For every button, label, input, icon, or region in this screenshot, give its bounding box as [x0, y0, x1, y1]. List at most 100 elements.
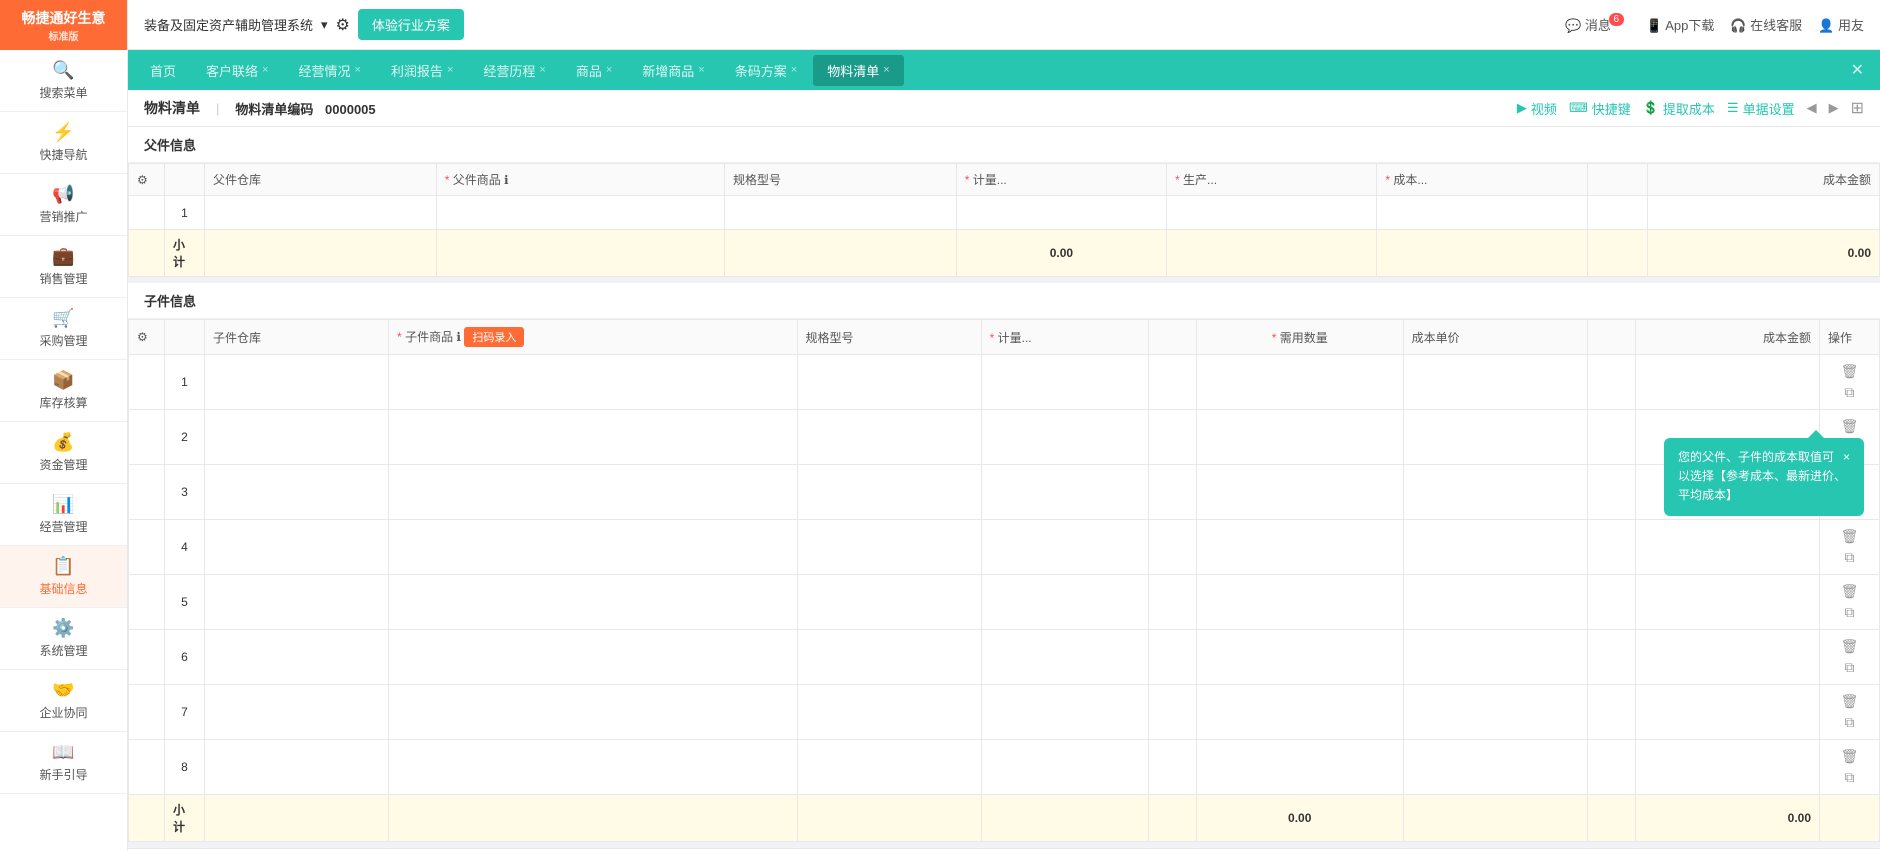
trial-button[interactable]: 体验行业方案 — [358, 9, 464, 40]
copy-button[interactable]: ⧉ — [1841, 767, 1859, 788]
scan-button[interactable]: 扫码录入 — [464, 327, 524, 347]
video-icon: ▶ — [1517, 100, 1527, 116]
search-icon: 🔍 — [52, 60, 74, 81]
sidebar-item-label: 新手引导 — [39, 766, 87, 783]
child-col-qty: * 需用数量 — [1196, 320, 1403, 355]
tab-profit[interactable]: 利润报告 × — [377, 55, 467, 86]
copy-button[interactable]: ⧉ — [1841, 382, 1859, 403]
tab-customer[interactable]: 客户联络 × — [192, 55, 282, 86]
topbar-right: 💬 消息 6 📱 App下载 🎧 在线客服 👤 用友 — [1565, 15, 1864, 34]
tab-close-icon[interactable]: × — [791, 64, 797, 76]
delete-button[interactable]: 🗑 — [1837, 636, 1863, 657]
sidebar-item-label: 快捷导航 — [39, 146, 87, 163]
tab-label: 经营历程 — [483, 61, 535, 80]
cost-button[interactable]: 💲 提取成本 — [1643, 99, 1715, 118]
close-all-button[interactable]: ✕ — [1843, 60, 1872, 80]
shortcut-button[interactable]: ⌨ 快捷键 — [1569, 99, 1631, 118]
copy-button[interactable]: ⧉ — [1841, 712, 1859, 733]
tab-label: 商品 — [576, 61, 602, 80]
sidebar-item-system[interactable]: ⚙️ 系统管理 — [0, 608, 127, 670]
page-title: 物料清单 — [144, 98, 200, 118]
child-section: 子件信息 × 您的父件、子件的成本取值可以选择【参考成本、最新进价、平均成本】 … — [128, 283, 1880, 848]
marketing-icon: 📢 — [52, 184, 74, 205]
delete-button[interactable]: 🗑 — [1837, 526, 1863, 547]
sidebar-item-quick-nav[interactable]: ⚡ 快捷导航 — [0, 112, 127, 174]
delete-button[interactable]: 🗑 — [1837, 361, 1863, 382]
sidebar-item-basic-info[interactable]: 📋 基础信息 — [0, 546, 127, 608]
msg-label: 消息 — [1585, 18, 1611, 33]
sidebar-item-guide[interactable]: 📖 新手引导 — [0, 732, 127, 794]
tab-label: 经营情况 — [298, 61, 350, 80]
tab-close-icon[interactable]: × — [447, 64, 453, 76]
child-table-row: 4 🗑 ⧉ — [129, 520, 1880, 575]
tooltip-close-button[interactable]: × — [1843, 448, 1850, 467]
system-title: 装备及固定资产辅助管理系统 — [144, 15, 313, 34]
gear-icon[interactable]: ⚙ — [336, 15, 350, 35]
app-subtitle: 标准版 — [22, 28, 106, 43]
sidebar-item-inventory[interactable]: 📦 库存核算 — [0, 360, 127, 422]
delete-button[interactable]: 🗑 — [1837, 691, 1863, 712]
sidebar-item-operations[interactable]: 📊 经营管理 — [0, 484, 127, 546]
child-table-row: 2 🗑 ⧉ — [129, 410, 1880, 465]
child-col-warehouse: 子件仓库 — [205, 320, 389, 355]
parent-section-title: 父件信息 — [128, 127, 1880, 163]
tab-close-icon[interactable]: × — [539, 64, 545, 76]
sidebar-item-label: 库存核算 — [39, 394, 87, 411]
tab-close-icon[interactable]: × — [262, 64, 268, 76]
child-table-row: 7 🗑 ⧉ — [129, 685, 1880, 740]
chevron-down-icon: ▾ — [321, 17, 328, 33]
user-avatar[interactable]: 👤 用友 — [1818, 15, 1864, 34]
child-col-settings: ⚙ — [129, 320, 165, 355]
app-logo: 畅捷通好生意 标准版 — [0, 0, 127, 50]
tab-close-icon[interactable]: × — [354, 64, 360, 76]
nav-tabs: 首页 客户联络 × 经营情况 × 利润报告 × 经营历程 × 商品 × 新增商品… — [128, 50, 1880, 90]
sidebar-item-search[interactable]: 🔍 搜索菜单 — [0, 50, 127, 112]
tab-new-product[interactable]: 新增商品 × — [628, 55, 718, 86]
sidebar-item-label: 系统管理 — [39, 642, 87, 659]
parent-col-settings: ⚙ — [129, 164, 165, 196]
system-icon: ⚙️ — [52, 618, 74, 639]
copy-button[interactable]: ⧉ — [1841, 602, 1859, 623]
tab-label: 新增商品 — [642, 61, 694, 80]
sidebar-item-label: 基础信息 — [39, 580, 87, 597]
delete-button[interactable]: 🗑 — [1837, 746, 1863, 767]
tab-close-icon[interactable]: × — [883, 64, 889, 76]
tab-barcode[interactable]: 条码方案 × — [721, 55, 811, 86]
delete-button[interactable]: 🗑 — [1837, 416, 1863, 437]
sidebar-item-marketing[interactable]: 📢 营销推广 — [0, 174, 127, 236]
message-btn[interactable]: 💬 消息 6 — [1565, 15, 1630, 34]
app-download-btn[interactable]: 📱 App下载 — [1646, 15, 1714, 34]
tab-label: 条码方案 — [735, 61, 787, 80]
child-col-num — [165, 320, 205, 355]
tab-label: 物料清单 — [827, 61, 879, 80]
tab-label: 客户联络 — [206, 61, 258, 80]
keyboard-icon: ⌨ — [1569, 100, 1588, 116]
parent-section: 父件信息 ⚙ 父件仓库 * 父件商品 ℹ 规格型号 * 计量... * 生产..… — [128, 127, 1880, 283]
settings-button[interactable]: ☰ 单据设置 — [1727, 99, 1795, 118]
tab-history[interactable]: 经营历程 × — [469, 55, 559, 86]
tab-operations[interactable]: 经营情况 × — [284, 55, 374, 86]
sidebar-item-finance[interactable]: 💰 资金管理 — [0, 422, 127, 484]
child-col-unit-cost: 成本单价 — [1403, 320, 1587, 355]
child-table-row: 1 🗑 ⧉ — [129, 355, 1880, 410]
sidebar-item-collaboration[interactable]: 🤝 企业协同 — [0, 670, 127, 732]
parent-col-spec: 规格型号 — [725, 164, 957, 196]
tab-bom[interactable]: 物料清单 × — [813, 55, 903, 86]
operations-icon: 📊 — [52, 494, 74, 515]
tab-label: 首页 — [150, 61, 176, 80]
copy-button[interactable]: ⧉ — [1841, 547, 1859, 568]
delete-button[interactable]: 🗑 — [1837, 581, 1863, 602]
tab-close-icon[interactable]: × — [698, 64, 704, 76]
sidebar-item-label: 搜索菜单 — [39, 84, 87, 101]
tab-product[interactable]: 商品 × — [562, 55, 626, 86]
sidebar-item-purchase[interactable]: 🛒 采购管理 — [0, 298, 127, 360]
tab-home[interactable]: 首页 — [136, 55, 190, 86]
parent-col-num — [165, 164, 205, 196]
sidebar-item-sales[interactable]: 💼 销售管理 — [0, 236, 127, 298]
copy-button[interactable]: ⧉ — [1841, 657, 1859, 678]
code-value: 0000005 — [325, 102, 376, 117]
page-code-label: 物料清单编码 0000005 — [235, 99, 375, 118]
view-button[interactable]: ▶ 视频 — [1517, 99, 1557, 118]
tab-close-icon[interactable]: × — [606, 64, 612, 76]
online-service-btn[interactable]: 🎧 在线客服 — [1730, 15, 1802, 34]
